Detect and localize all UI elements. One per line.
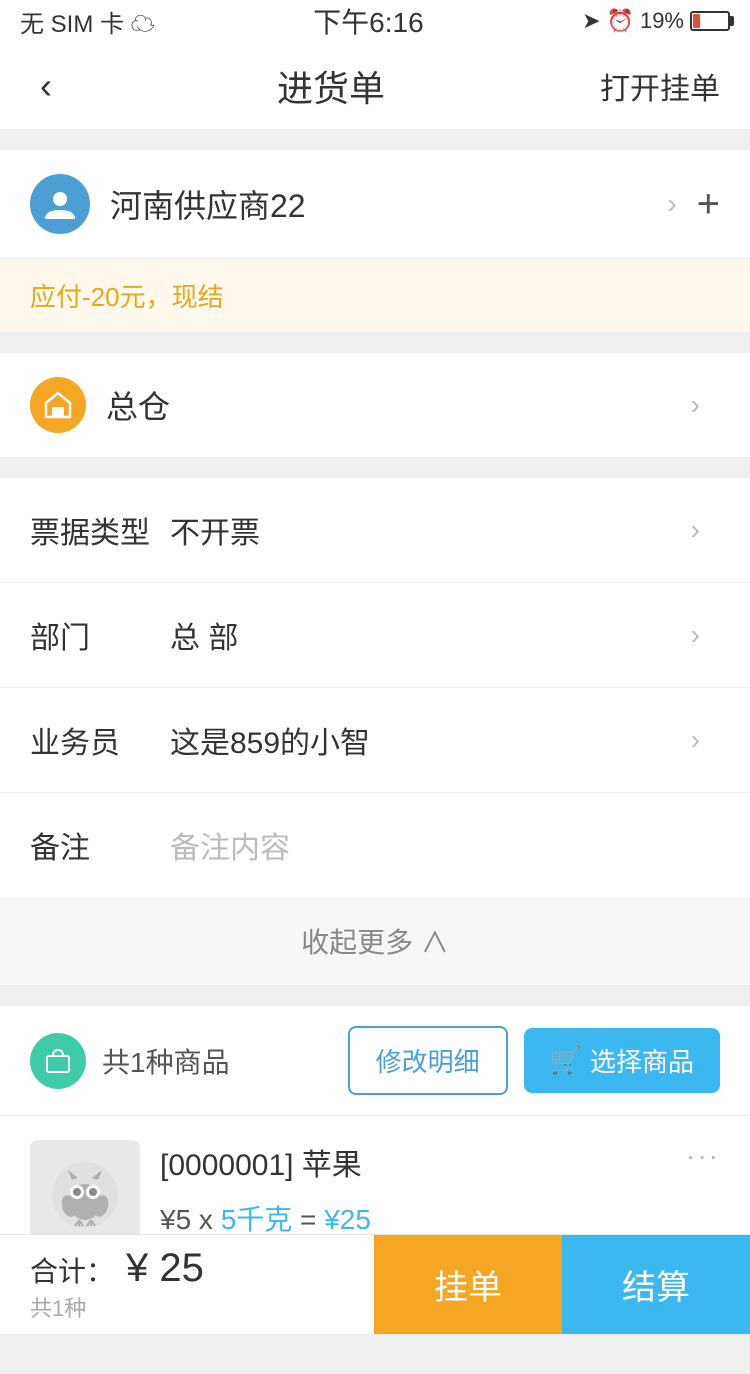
hang-button[interactable]: 挂单 <box>374 1235 562 1334</box>
select-product-button[interactable]: 🛒 选择商品 <box>524 1028 720 1093</box>
battery-icon <box>690 11 730 31</box>
select-product-label: 选择商品 <box>590 1042 694 1079</box>
remark-row[interactable]: 备注 备注内容 <box>0 792 750 897</box>
sim-status: 无 SIM 卡 ☁ <box>20 4 155 39</box>
location-icon: ➤ <box>582 8 600 34</box>
salesperson-label: 业务员 <box>30 718 170 762</box>
cart-icon <box>30 1033 86 1089</box>
alarm-icon: ⏰ <box>607 8 634 34</box>
checkout-button[interactable]: 结算 <box>562 1235 750 1334</box>
select-icon: 🛒 <box>550 1045 582 1076</box>
total-price: ¥25 <box>324 1204 371 1235</box>
invoice-chevron-icon: › <box>691 514 700 546</box>
status-left: 无 SIM 卡 ☁ <box>20 4 155 39</box>
footer-total: 合计： ¥ 25 共1种 <box>0 1235 374 1334</box>
product-id: [0000001] <box>160 1149 302 1182</box>
salesperson-chevron-icon: › <box>691 724 700 756</box>
footer: 合计： ¥ 25 共1种 挂单 结算 <box>0 1234 750 1334</box>
salesperson-value: 这是859的小智 <box>170 718 691 762</box>
status-time: 下午6:16 <box>313 1 424 41</box>
remark-placeholder: 备注内容 <box>170 823 720 867</box>
product-count: 共1种商品 <box>102 1041 332 1081</box>
department-label: 部门 <box>30 613 170 657</box>
bag-icon <box>43 1046 73 1076</box>
nav-bar: ‹ 进货单 打开挂单 <box>0 42 750 130</box>
equals: = <box>292 1204 324 1235</box>
form-section: 票据类型 不开票 › 部门 总 部 › 业务员 这是859的小智 › 备注 备注… <box>0 477 750 897</box>
warehouse-icon <box>30 377 86 433</box>
owl-logo <box>50 1160 120 1230</box>
invoice-type-label: 票据类型 <box>30 508 170 552</box>
salesperson-row[interactable]: 业务员 这是859的小智 › <box>0 687 750 792</box>
invoice-type-row[interactable]: 票据类型 不开票 › <box>0 477 750 582</box>
remark-label: 备注 <box>30 823 170 867</box>
add-button[interactable]: + <box>697 182 720 227</box>
supplier-section: 河南供应商22 › + 应付-20元，现结 <box>0 150 750 333</box>
open-pending-button[interactable]: 打开挂单 <box>600 64 720 108</box>
collapse-text: 收起更多 ∧ <box>301 927 449 958</box>
top-divider <box>0 130 750 150</box>
divider-1 <box>0 333 750 353</box>
divider-2 <box>0 457 750 477</box>
warehouse-section: 总仓 › <box>0 353 750 457</box>
collapse-row[interactable]: 收起更多 ∧ <box>0 897 750 985</box>
supplier-name: 河南供应商22 <box>110 181 667 227</box>
warning-text: 应付-20元，现结 <box>30 282 224 312</box>
product-details: [0000001] 苹果 ¥5 x 5千克 = ¥25 <box>160 1140 666 1238</box>
page-title: 进货单 <box>277 60 385 112</box>
unit-price: ¥5 x <box>160 1204 221 1235</box>
home-icon <box>42 389 74 421</box>
status-bar: 无 SIM 卡 ☁ 下午6:16 ➤ ⏰ 19% <box>0 0 750 42</box>
quantity: 5千克 <box>221 1204 293 1235</box>
status-right: ➤ ⏰ 19% <box>582 8 730 34</box>
invoice-type-value: 不开票 <box>170 508 691 552</box>
total-sub: 共1种 <box>30 1291 344 1323</box>
product-price: ¥5 x 5千克 = ¥25 <box>160 1198 666 1238</box>
hang-label: 挂单 <box>434 1260 502 1309</box>
warning-banner: 应付-20元，现结 <box>0 259 750 333</box>
chevron-right-icon: › <box>667 188 676 220</box>
department-chevron-icon: › <box>691 619 700 651</box>
supplier-row[interactable]: 河南供应商22 › + <box>0 150 750 259</box>
back-button[interactable]: ‹ <box>30 55 62 117</box>
department-value: 总 部 <box>170 613 691 657</box>
total-amount: ¥ 25 <box>126 1246 204 1291</box>
product-title: 苹果 <box>302 1149 362 1182</box>
product-name: [0000001] 苹果 <box>160 1140 666 1184</box>
battery-percent: 19% <box>640 8 684 34</box>
divider-3 <box>0 985 750 1005</box>
total-label: 合计： <box>30 1250 114 1290</box>
warehouse-row[interactable]: 总仓 › <box>0 353 750 457</box>
product-header: 共1种商品 修改明细 🛒 选择商品 <box>0 1005 750 1115</box>
department-row[interactable]: 部门 总 部 › <box>0 582 750 687</box>
more-options-button[interactable]: ··· <box>686 1140 720 1172</box>
edit-detail-button[interactable]: 修改明细 <box>348 1026 508 1095</box>
user-icon <box>42 186 78 222</box>
avatar <box>30 174 90 234</box>
warehouse-chevron-icon: › <box>691 389 700 421</box>
checkout-label: 结算 <box>622 1260 690 1309</box>
warehouse-name: 总仓 <box>106 382 691 428</box>
